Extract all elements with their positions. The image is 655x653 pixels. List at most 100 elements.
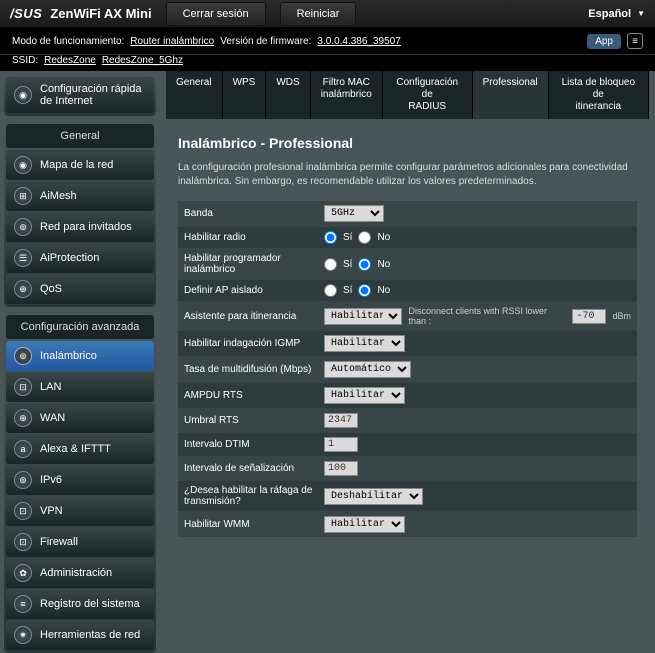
sidebar-icon: ⊕	[14, 409, 32, 427]
gauge-icon: ◉	[14, 86, 32, 104]
sidebar-item-gen-2[interactable]: ⊚ Red para invitados	[6, 212, 154, 242]
form-label: Habilitar indagación IGMP	[184, 338, 324, 349]
sidebar-icon: ⊡	[14, 533, 32, 551]
sidebar-icon: a	[14, 440, 32, 458]
form-label: Tasa de multidifusión (Mbps)	[184, 364, 324, 375]
sidebar-item-adv-0[interactable]: ⊚ Inalámbrico	[6, 341, 154, 371]
radio-no[interactable]	[358, 231, 371, 244]
sidebar-item-adv-2[interactable]: ⊕ WAN	[6, 403, 154, 433]
form-label: Habilitar programador inalámbrico	[184, 253, 324, 275]
sidebar-item-label: QoS	[40, 283, 62, 295]
sidebar-item-adv-6[interactable]: ⊡ Firewall	[6, 527, 154, 557]
sidebar-item-gen-4[interactable]: ⊕ QoS	[6, 274, 154, 304]
form-label: Habilitar WMM	[184, 519, 324, 530]
radio-yes[interactable]	[324, 231, 337, 244]
info-icon[interactable]: ≡	[627, 33, 643, 49]
panel-desc: La configuración profesional inalámbrica…	[178, 161, 637, 189]
select[interactable]: Automático	[324, 361, 411, 378]
tab-5[interactable]: Professional	[473, 71, 549, 119]
form-label: Umbral RTS	[184, 415, 324, 426]
radio-label: Sí	[343, 232, 352, 243]
radio-label: No	[377, 285, 390, 296]
select[interactable]: Habilitar	[324, 335, 405, 352]
sidebar-item-label: Configuración rápida de Internet	[40, 83, 146, 107]
sidebar-item-adv-4[interactable]: ⊚ IPv6	[6, 465, 154, 495]
radio-label: No	[377, 259, 390, 270]
sidebar-item-label: Red para invitados	[40, 221, 132, 233]
tab-1[interactable]: WPS	[223, 71, 267, 119]
sidebar-item-adv-1[interactable]: ⊡ LAN	[6, 372, 154, 402]
sidebar-item-gen-0[interactable]: ◉ Mapa de la red	[6, 150, 154, 180]
form-label: Intervalo DTIM	[184, 439, 324, 450]
fw-label: Versión de firmware:	[220, 36, 311, 47]
hint: Disconnect clients with RSSI lower than …	[408, 306, 566, 326]
form-label: AMPDU RTS	[184, 390, 324, 401]
sidebar-icon: ◉	[14, 156, 32, 174]
form-label: Habilitar radio	[184, 232, 324, 243]
sidebar-item-gen-3[interactable]: ☰ AiProtection	[6, 243, 154, 273]
language-selector[interactable]: Español ▼	[588, 8, 645, 20]
radio-yes[interactable]	[324, 258, 337, 271]
radio-yes[interactable]	[324, 284, 337, 297]
sidebar-icon: ⊚	[14, 347, 32, 365]
radio-no[interactable]	[358, 258, 371, 271]
sidebar-item-label: Alexa & IFTTT	[40, 443, 111, 455]
tab-2[interactable]: WDS	[266, 71, 310, 119]
text-input[interactable]	[324, 413, 358, 428]
language-label: Español	[588, 8, 631, 20]
select[interactable]: 5GHz	[324, 205, 384, 222]
select[interactable]: Deshabilitar	[324, 488, 423, 505]
sidebar-item-adv-3[interactable]: a Alexa & IFTTT	[6, 434, 154, 464]
select[interactable]: Habilitar	[324, 516, 405, 533]
sidebar-icon: ⊞	[14, 187, 32, 205]
sidebar-item-label: WAN	[40, 412, 65, 424]
sidebar-item-adv-7[interactable]: ✿ Administración	[6, 558, 154, 588]
ssid2-link[interactable]: RedesZone_5Ghz	[102, 55, 183, 66]
text-input[interactable]	[324, 461, 358, 476]
sidebar-item-adv-5[interactable]: ⊡ VPN	[6, 496, 154, 526]
app-button[interactable]: App	[587, 34, 621, 49]
ssid1-link[interactable]: RedesZone	[44, 55, 96, 66]
sidebar-advanced-head: Configuración avanzada	[6, 315, 154, 339]
sidebar-icon: ☰	[14, 249, 32, 267]
form-label: Asistente para itinerancia	[184, 311, 324, 322]
tab-3[interactable]: Filtro MACinalámbrico	[311, 71, 383, 119]
sidebar-icon: ⊡	[14, 378, 32, 396]
reboot-button[interactable]: Reiniciar	[280, 2, 357, 26]
opmode-label: Modo de funcionamiento:	[12, 36, 124, 47]
form-label: Intervalo de señalización	[184, 463, 324, 474]
chevron-down-icon: ▼	[637, 9, 645, 18]
sidebar-icon: ⊚	[14, 471, 32, 489]
form-label: ¿Desea habilitar la ráfaga de transmisió…	[184, 485, 324, 507]
sidebar-item-label: IPv6	[40, 474, 62, 486]
text-input[interactable]	[324, 437, 358, 452]
sidebar-item-label: Firewall	[40, 536, 78, 548]
select[interactable]: Habilitar	[324, 387, 405, 404]
sidebar-item-label: Registro del sistema	[40, 598, 140, 610]
sidebar-icon: ≡	[14, 595, 32, 613]
sidebar-item-label: VPN	[40, 505, 63, 517]
tab-0[interactable]: General	[166, 71, 223, 119]
sidebar-quick-setup[interactable]: ◉ Configuración rápida de Internet	[6, 77, 154, 113]
sidebar-item-label: Mapa de la red	[40, 159, 113, 171]
sidebar-item-adv-9[interactable]: ✷ Herramientas de red	[6, 620, 154, 650]
unit: dBm	[612, 311, 631, 321]
sidebar-item-label: LAN	[40, 381, 61, 393]
sidebar-icon: ⊚	[14, 218, 32, 236]
sidebar-item-adv-8[interactable]: ≡ Registro del sistema	[6, 589, 154, 619]
fw-link[interactable]: 3.0.0.4.386_39507	[317, 36, 400, 47]
sidebar-icon: ⊡	[14, 502, 32, 520]
sidebar-item-gen-1[interactable]: ⊞ AiMesh	[6, 181, 154, 211]
sidebar-icon: ⊕	[14, 280, 32, 298]
tab-4[interactable]: Configuración deRADIUS	[383, 71, 473, 119]
tab-6[interactable]: Lista de bloqueo deitinerancia	[549, 71, 649, 119]
logout-button[interactable]: Cerrar sesión	[166, 2, 266, 26]
radio-no[interactable]	[358, 284, 371, 297]
text-input[interactable]	[572, 309, 606, 324]
radio-label: No	[377, 232, 390, 243]
opmode-link[interactable]: Router inalámbrico	[130, 36, 214, 47]
sidebar-item-label: Herramientas de red	[40, 629, 140, 641]
select[interactable]: Habilitar	[324, 308, 402, 325]
form-label: Definir AP aislado	[184, 285, 324, 296]
sidebar-item-label: Inalámbrico	[40, 350, 97, 362]
